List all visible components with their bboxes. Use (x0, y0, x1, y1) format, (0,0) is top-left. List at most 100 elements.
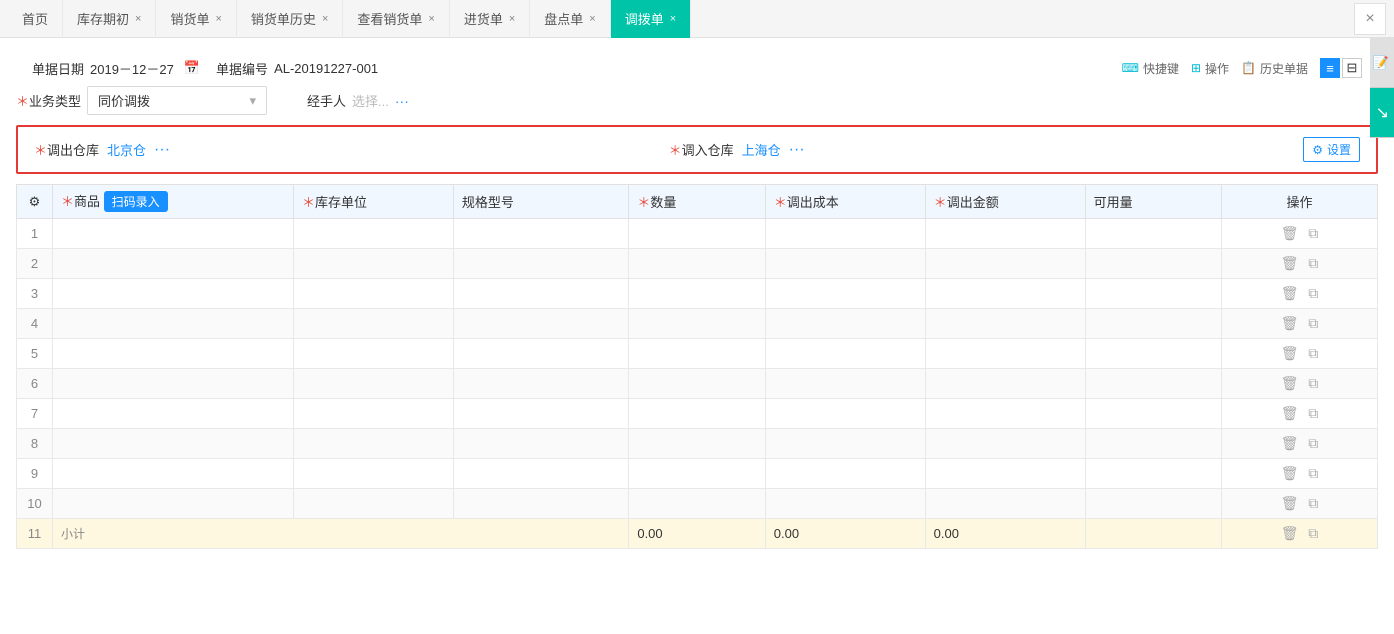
row-num-4: 4 (17, 309, 53, 339)
qty-cell-3[interactable] (629, 279, 765, 309)
delete-icon-6[interactable]: 🗑 (1281, 375, 1299, 391)
tab-inventory-init[interactable]: 库存期初 × (63, 0, 156, 38)
settings-button[interactable]: ⚙ 设置 (1303, 137, 1360, 162)
tab-purchase-order[interactable]: 进货单 × (450, 0, 530, 38)
available-cell-10 (1085, 489, 1221, 519)
copy-icon-9[interactable]: ⧉ (1308, 465, 1318, 481)
cost-cell-6 (765, 369, 925, 399)
copy-icon-2[interactable]: ⧉ (1308, 255, 1318, 271)
settings-label: 设置 (1327, 141, 1351, 158)
copy-icon-1[interactable]: ⧉ (1308, 225, 1318, 241)
tab-inventory-count[interactable]: 盘点单 × (530, 0, 610, 38)
tab-transfer-order-label: 调拨单 (625, 9, 664, 28)
qty-cell-10[interactable] (629, 489, 765, 519)
layout-list-button[interactable]: ≡ (1320, 58, 1340, 78)
product-cell-10[interactable] (53, 489, 294, 519)
copy-icon[interactable]: ⧉ (1308, 525, 1318, 541)
qty-cell-6[interactable] (629, 369, 765, 399)
layout-grid-button[interactable]: ⊟ (1342, 58, 1362, 78)
cost-cell-7 (765, 399, 925, 429)
tab-view-sales[interactable]: 查看销货单 × (343, 0, 449, 38)
person-field: 经手人 选择... ··· (307, 91, 409, 110)
person-select[interactable]: 选择... (352, 91, 389, 110)
delete-icon-7[interactable]: 🗑 (1281, 405, 1299, 421)
delete-icon-3[interactable]: 🗑 (1281, 285, 1299, 301)
ops-cell-1: 🗑 ⧉ (1222, 219, 1378, 249)
tab-sales-history-close[interactable]: × (322, 13, 328, 25)
copy-icon-5[interactable]: ⧉ (1308, 345, 1318, 361)
operations-button[interactable]: ⊞ 操作 (1191, 60, 1229, 77)
subtotal-qty-cell: 0.00 (629, 519, 765, 549)
tab-inventory-init-close[interactable]: × (135, 13, 141, 25)
ops-cell-6: 🗑 ⧉ (1222, 369, 1378, 399)
history-button[interactable]: 📋 历史单据 (1241, 60, 1308, 77)
copy-icon-6[interactable]: ⧉ (1308, 375, 1318, 391)
qty-cell-7[interactable] (629, 399, 765, 429)
ops-cell-5: 🗑 ⧉ (1222, 339, 1378, 369)
date-value[interactable]: 2019－12－27 (90, 59, 174, 78)
col-spec-header: 规格型号 (453, 185, 628, 219)
product-cell-5[interactable] (53, 339, 294, 369)
tab-transfer-order[interactable]: 调拨单 × (611, 0, 691, 38)
tab-purchase-order-close[interactable]: × (509, 13, 515, 25)
product-cell-8[interactable] (53, 429, 294, 459)
product-cell-1[interactable] (53, 219, 294, 249)
transfer-in-group: ＊调入仓库 上海仓 ··· (669, 140, 1264, 159)
qty-cell-9[interactable] (629, 459, 765, 489)
product-cell-4[interactable] (53, 309, 294, 339)
product-cell-6[interactable] (53, 369, 294, 399)
product-cell-7[interactable] (53, 399, 294, 429)
tab-sales-history[interactable]: 销货单历史 × (237, 0, 343, 38)
available-cell-6 (1085, 369, 1221, 399)
side-panel-notes[interactable]: 📝 (1370, 38, 1394, 88)
qty-cell-4[interactable] (629, 309, 765, 339)
col-settings-header[interactable]: ⚙ (17, 185, 53, 219)
copy-icon-7[interactable]: ⧉ (1308, 405, 1318, 421)
tab-transfer-order-close[interactable]: × (670, 13, 676, 25)
qty-cell-5[interactable] (629, 339, 765, 369)
delete-icon[interactable]: 🗑 (1281, 525, 1299, 541)
delete-icon-10[interactable]: 🗑 (1281, 495, 1299, 511)
table-row: 8 🗑 ⧉ (17, 429, 1378, 459)
transfer-out-value[interactable]: 北京仓 (107, 140, 146, 159)
transfer-in-more-button[interactable]: ··· (789, 141, 805, 159)
transfer-out-more-button[interactable]: ··· (154, 141, 170, 159)
tab-sales-order-close[interactable]: × (215, 13, 221, 25)
copy-icon-4[interactable]: ⧉ (1308, 315, 1318, 331)
delete-icon-1[interactable]: 🗑 (1281, 225, 1299, 241)
window-close-button[interactable]: × (1354, 3, 1386, 35)
transfer-in-value[interactable]: 上海仓 (742, 140, 781, 159)
delete-icon-4[interactable]: 🗑 (1281, 315, 1299, 331)
delete-icon-8[interactable]: 🗑 (1281, 435, 1299, 451)
tab-home[interactable]: 首页 (8, 0, 63, 38)
table-row: 3 🗑 ⧉ (17, 279, 1378, 309)
tab-view-sales-close[interactable]: × (428, 13, 434, 25)
qty-cell-1[interactable] (629, 219, 765, 249)
cost-cell-4 (765, 309, 925, 339)
table-row: 2 🗑 ⧉ (17, 249, 1378, 279)
product-cell-9[interactable] (53, 459, 294, 489)
product-cell-3[interactable] (53, 279, 294, 309)
available-cell-1 (1085, 219, 1221, 249)
qty-cell-2[interactable] (629, 249, 765, 279)
calendar-icon[interactable]: 📅 (184, 60, 200, 76)
person-more-button[interactable]: ··· (395, 93, 409, 109)
shortcuts-button[interactable]: ⌨ 快捷键 (1122, 60, 1179, 77)
tab-inventory-count-close[interactable]: × (589, 13, 595, 25)
delete-icon-9[interactable]: 🗑 (1281, 465, 1299, 481)
table-row: 9 🗑 ⧉ (17, 459, 1378, 489)
side-panel-link[interactable]: ↗ (1370, 88, 1394, 138)
copy-icon-10[interactable]: ⧉ (1308, 495, 1318, 511)
delete-icon-5[interactable]: 🗑 (1281, 345, 1299, 361)
tab-sales-order[interactable]: 销货单 × (156, 0, 236, 38)
business-type-select[interactable]: 同价调拨 ▾ (87, 86, 267, 115)
scan-button[interactable]: 扫码录入 (104, 191, 168, 212)
copy-icon-8[interactable]: ⧉ (1308, 435, 1318, 451)
copy-icon-3[interactable]: ⧉ (1308, 285, 1318, 301)
tab-bar: 首页 库存期初 × 销货单 × 销货单历史 × 查看销货单 × 进货单 × 盘点… (0, 0, 1394, 38)
tab-sales-order-label: 销货单 (170, 9, 209, 28)
delete-icon-2[interactable]: 🗑 (1281, 255, 1299, 271)
shortcut-icon: ⌨ (1122, 61, 1139, 75)
product-cell-2[interactable] (53, 249, 294, 279)
qty-cell-8[interactable] (629, 429, 765, 459)
